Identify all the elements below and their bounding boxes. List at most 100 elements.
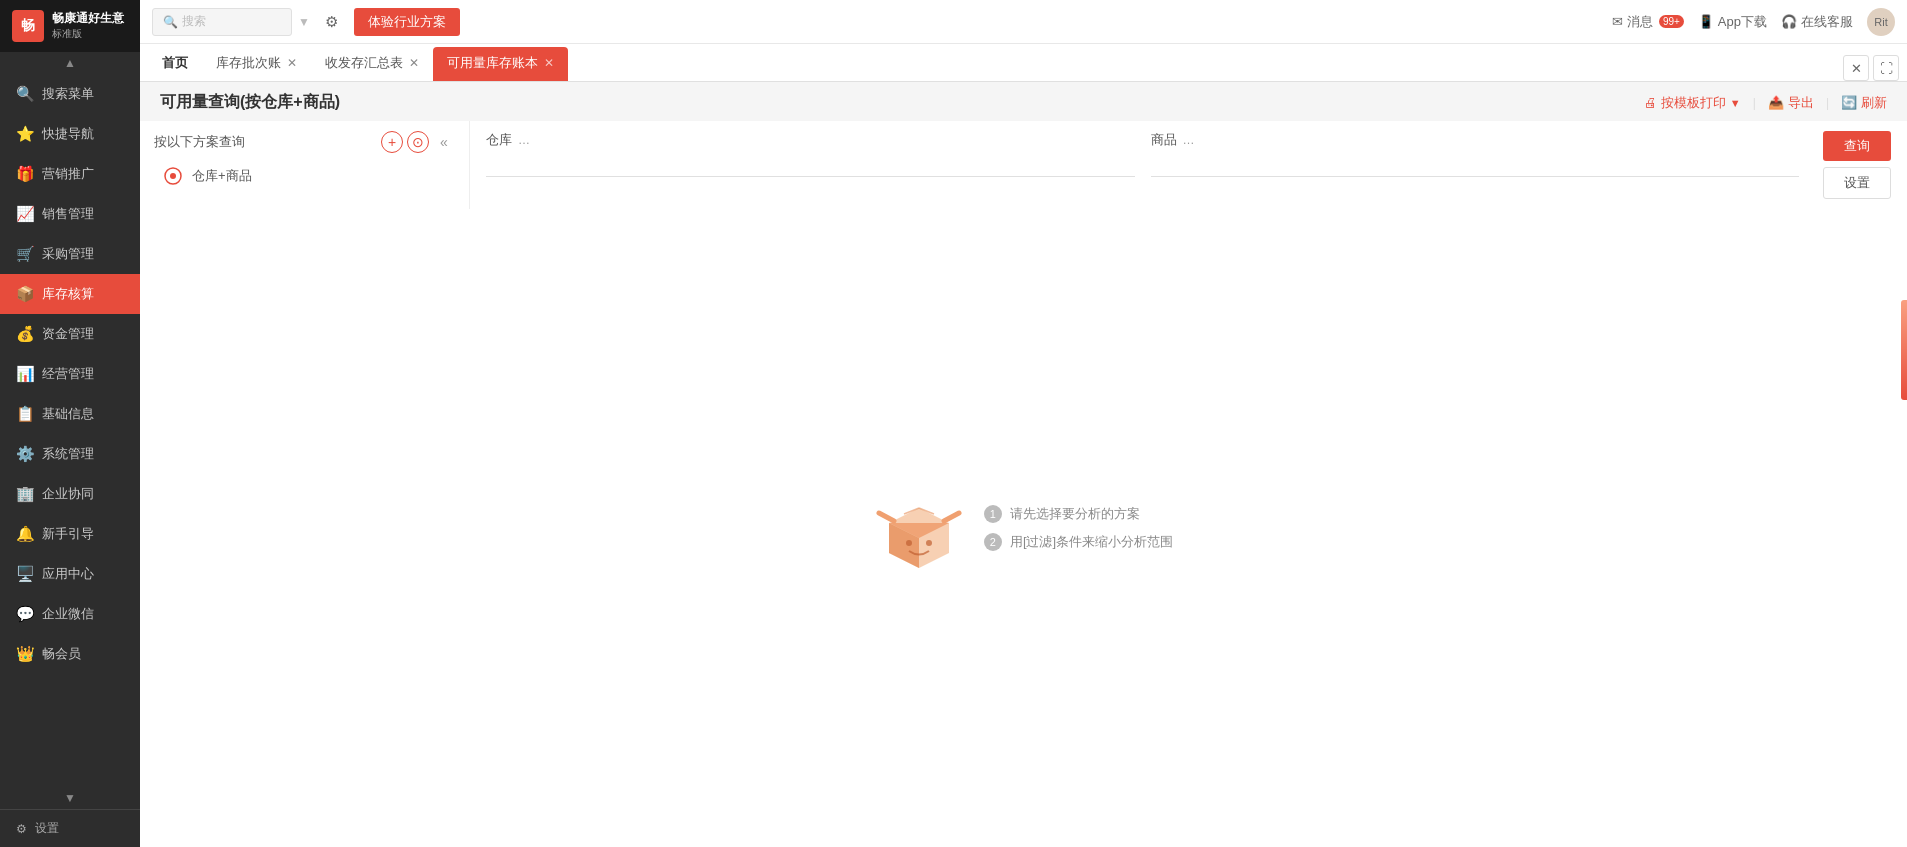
topbar-search-box[interactable]: 🔍 搜索	[152, 8, 292, 36]
tab-home[interactable]: 首页	[148, 47, 202, 81]
box-icon: 📦	[16, 285, 34, 303]
sidebar-item-label: 资金管理	[42, 325, 94, 343]
warehouse-input[interactable]	[486, 153, 1135, 177]
settings-gear-icon: ⊙	[412, 134, 424, 150]
star-icon: ⭐	[16, 125, 34, 143]
sidebar-scroll-down[interactable]: ▼	[0, 787, 140, 809]
export-icon: 📤	[1768, 95, 1784, 110]
warehouse-more-btn[interactable]: …	[518, 133, 530, 147]
settings-icon: ⚙	[16, 822, 27, 836]
batch-ledger-tab-label: 库存批次账	[216, 54, 281, 72]
goods-input[interactable]	[1151, 153, 1800, 177]
tab-batch-ledger[interactable]: 库存批次账 ✕	[202, 47, 311, 81]
sidebar-item-label: 营销推广	[42, 165, 94, 183]
sidebar-item-operations[interactable]: 📊 经营管理	[0, 354, 140, 394]
search-placeholder-text: 搜索	[182, 13, 206, 30]
sidebar-item-system[interactable]: ⚙️ 系统管理	[0, 434, 140, 474]
sidebar-item-purchase[interactable]: 🛒 采购管理	[0, 234, 140, 274]
home-tab-label: 首页	[162, 54, 188, 72]
service-icon: 🎧	[1781, 14, 1797, 29]
empty-state: 1 请先选择要分析的方案 2 用[过滤]条件来缩小分析范围	[140, 209, 1907, 847]
sidebar-nav: 🔍 搜索菜单 ⭐ 快捷导航 🎁 营销推广 📈 销售管理 🛒 采购管理 📦 库存核…	[0, 74, 140, 787]
tab-expand-btn[interactable]: ⛶	[1873, 55, 1899, 81]
sidebar-item-marketing[interactable]: 🎁 营销推广	[0, 154, 140, 194]
search-magnifier-icon: 🔍	[163, 15, 178, 29]
tab-receipt-summary[interactable]: 收发存汇总表 ✕	[311, 47, 433, 81]
sidebar-item-label: 基础信息	[42, 405, 94, 423]
empty-hint-2: 2 用[过滤]条件来缩小分析范围	[984, 533, 1173, 551]
topbar-user-avatar[interactable]: Rit	[1867, 8, 1895, 36]
print-dropdown-arrow[interactable]: ▼	[1730, 97, 1741, 109]
svg-point-6	[926, 540, 932, 546]
warehouse-field-group: 仓库 …	[486, 131, 1135, 177]
query-settings-btn[interactable]: 设置	[1823, 167, 1891, 199]
tab-close-all-btn[interactable]: ✕	[1843, 55, 1869, 81]
sidebar-item-basic[interactable]: 📋 基础信息	[0, 394, 140, 434]
topbar-message[interactable]: ✉ 消息 99+	[1612, 13, 1684, 31]
svg-point-1	[170, 173, 176, 179]
sidebar-item-finance[interactable]: 💰 资金管理	[0, 314, 140, 354]
export-btn[interactable]: 📤 导出	[1768, 94, 1814, 112]
tab-close-available-qty[interactable]: ✕	[544, 56, 554, 70]
trial-industry-btn[interactable]: 体验行业方案	[354, 8, 460, 36]
topbar-gear-button[interactable]: ⚙	[318, 8, 346, 36]
sidebar-scroll-up[interactable]: ▲	[0, 52, 140, 74]
topbar-app-download[interactable]: 📱 App下载	[1698, 13, 1767, 31]
topbar: 🔍 搜索 ▼ ⚙ 体验行业方案 ✉ 消息 99+ 📱 App下载 🎧 在线客服	[140, 0, 1907, 44]
add-scheme-btn[interactable]: +	[381, 131, 403, 153]
collapse-icon: «	[440, 134, 448, 150]
sidebar-item-label: 系统管理	[42, 445, 94, 463]
search-dropdown-arrow[interactable]: ▼	[298, 15, 310, 29]
search-icon: 🔍	[16, 85, 34, 103]
sidebar-item-label: 采购管理	[42, 245, 94, 263]
sidebar-item-enterprise[interactable]: 🏢 企业协同	[0, 474, 140, 514]
query-left-panel: 按以下方案查询 + ⊙ «	[140, 121, 470, 209]
print-by-template-btn[interactable]: 🖨 按模板打印 ▼	[1644, 94, 1741, 112]
tab-close-batch-ledger[interactable]: ✕	[287, 56, 297, 70]
goods-more-btn[interactable]: …	[1183, 133, 1195, 147]
sidebar-item-sales[interactable]: 📈 销售管理	[0, 194, 140, 234]
sidebar-brand-name: 畅康通好生意	[52, 11, 124, 27]
sidebar-item-search[interactable]: 🔍 搜索菜单	[0, 74, 140, 114]
topbar-online-service[interactable]: 🎧 在线客服	[1781, 13, 1853, 31]
page-header-actions: 🖨 按模板打印 ▼ | 📤 导出 | 🔄 刷新	[1644, 94, 1887, 112]
tab-close-receipt-summary[interactable]: ✕	[409, 56, 419, 70]
sidebar-item-inventory[interactable]: 📦 库存核算	[0, 274, 140, 314]
collapse-panel-btn[interactable]: «	[433, 131, 455, 153]
print-label: 按模板打印	[1661, 94, 1726, 112]
refresh-btn[interactable]: 🔄 刷新	[1841, 94, 1887, 112]
tab-available-qty[interactable]: 可用量库存账本 ✕	[433, 47, 568, 81]
sidebar-item-newbie[interactable]: 🔔 新手引导	[0, 514, 140, 554]
goods-field-label: 商品 …	[1151, 131, 1800, 149]
sidebar-item-shortcut[interactable]: ⭐ 快捷导航	[0, 114, 140, 154]
sidebar-footer-settings[interactable]: ⚙ 设置	[0, 809, 140, 847]
action-separator-2: |	[1826, 96, 1829, 110]
query-option-warehouse-goods[interactable]: 仓库+商品	[154, 159, 455, 193]
sidebar-item-label: 畅会员	[42, 645, 81, 663]
sidebar-item-label: 搜索菜单	[42, 85, 94, 103]
bell-icon: 🔔	[16, 525, 34, 543]
goods-label-text: 商品	[1151, 131, 1177, 149]
message-icon: ✉	[1612, 14, 1623, 29]
query-action-buttons: 查询 设置	[1815, 131, 1891, 199]
page-title: 可用量查询(按仓库+商品)	[160, 92, 340, 113]
query-submit-btn[interactable]: 查询	[1823, 131, 1891, 161]
svg-line-7	[879, 513, 894, 521]
available-qty-tab-label: 可用量库存账本	[447, 54, 538, 72]
tabbar: 首页 库存批次账 ✕ 收发存汇总表 ✕ 可用量库存账本 ✕ ✕ ⛶	[140, 44, 1907, 82]
topbar-right-actions: ✉ 消息 99+ 📱 App下载 🎧 在线客服 Rit	[1612, 8, 1895, 36]
receipt-summary-tab-label: 收发存汇总表	[325, 54, 403, 72]
sidebar-item-member[interactable]: 👑 畅会员	[0, 634, 140, 674]
notification-badge: 99+	[1659, 15, 1684, 28]
hint-number-2: 2	[984, 533, 1002, 551]
tab-right-actions: ✕ ⛶	[1843, 55, 1899, 81]
hint-text-1: 请先选择要分析的方案	[1010, 505, 1140, 523]
sidebar-item-appcenter[interactable]: 🖥️ 应用中心	[0, 554, 140, 594]
page-header: 可用量查询(按仓库+商品) 🖨 按模板打印 ▼ | 📤 导出 | 🔄 刷新	[140, 82, 1907, 121]
operations-icon: 📊	[16, 365, 34, 383]
scheme-settings-btn[interactable]: ⊙	[407, 131, 429, 153]
sidebar-item-wechat[interactable]: 💬 企业微信	[0, 594, 140, 634]
hint-text-2: 用[过滤]条件来缩小分析范围	[1010, 533, 1173, 551]
query-section: 按以下方案查询 + ⊙ «	[140, 121, 1907, 209]
sidebar-item-label: 应用中心	[42, 565, 94, 583]
